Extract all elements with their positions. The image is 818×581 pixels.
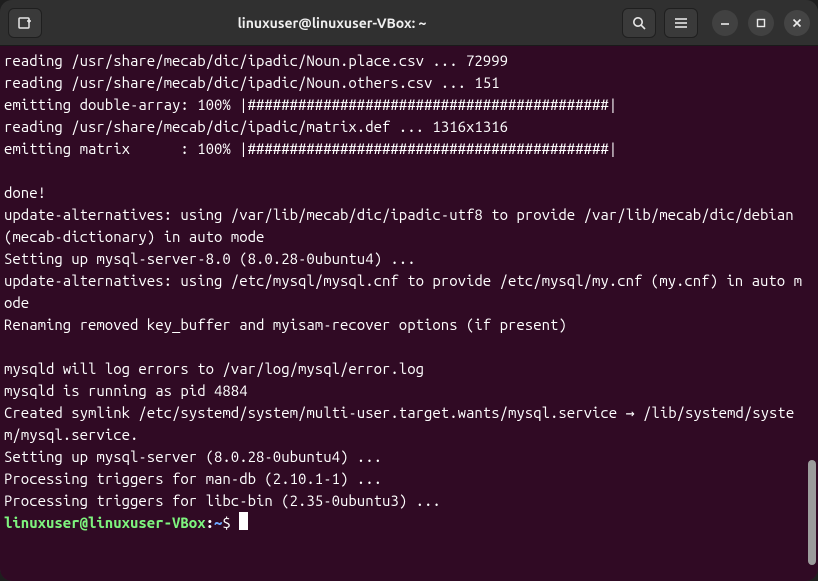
titlebar: linuxuser@linuxuser-VBox: ~ (0, 0, 818, 46)
prompt: linuxuser@linuxuser-VBox:~$ (4, 514, 248, 531)
minimize-button[interactable] (712, 10, 738, 36)
maximize-icon (755, 17, 767, 29)
close-icon (791, 17, 803, 29)
window-controls (712, 10, 810, 36)
window-title: linuxuser@linuxuser-VBox: ~ (50, 15, 614, 31)
prompt-user-host: linuxuser@linuxuser-VBox (4, 514, 206, 531)
terminal-viewport: reading /usr/share/mecab/dic/ipadic/Noun… (0, 46, 818, 581)
scrollbar-thumb[interactable] (808, 460, 816, 565)
search-icon (631, 15, 647, 31)
new-tab-icon (17, 15, 33, 31)
minimize-icon (719, 17, 731, 29)
new-tab-button[interactable] (8, 8, 42, 38)
cursor (239, 512, 248, 530)
terminal-output[interactable]: reading /usr/share/mecab/dic/ipadic/Noun… (0, 46, 808, 581)
prompt-colon: : (206, 514, 214, 531)
prompt-dollar: $ (222, 514, 230, 531)
terminal-window: linuxuser@linuxuser-VBox: ~ (0, 0, 818, 581)
hamburger-menu-button[interactable] (664, 8, 698, 38)
search-button[interactable] (622, 8, 656, 38)
close-button[interactable] (784, 10, 810, 36)
hamburger-icon (673, 15, 689, 31)
maximize-button[interactable] (748, 10, 774, 36)
scrollbar-track[interactable] (808, 50, 816, 575)
